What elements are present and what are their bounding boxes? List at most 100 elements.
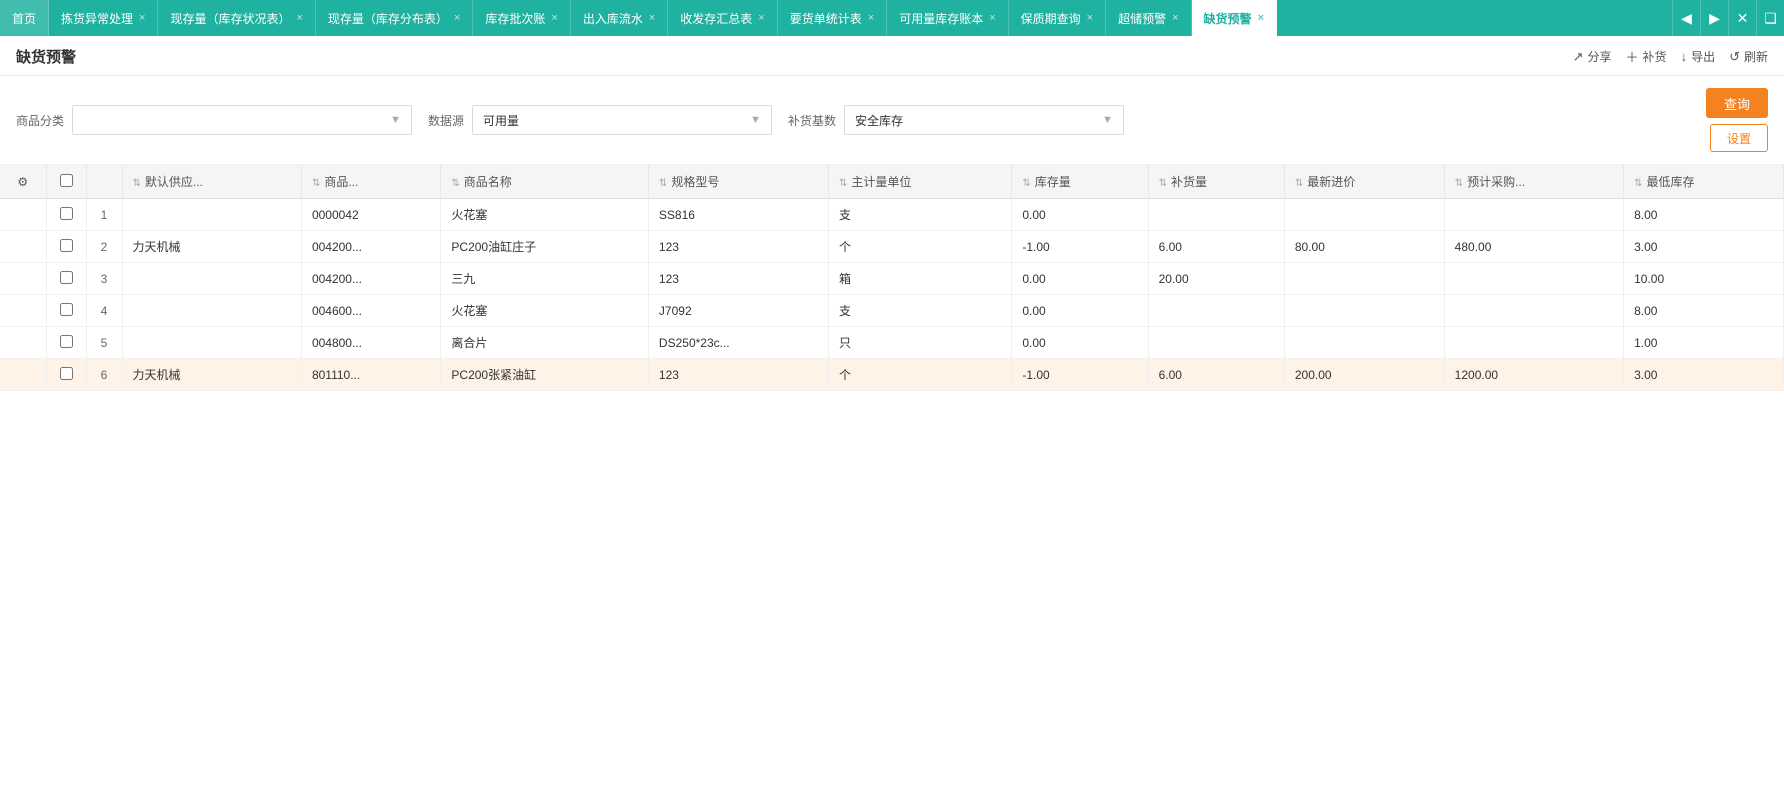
tab-fullscreen-btn[interactable]: ❏	[1756, 0, 1784, 36]
cell-stock_qty: -1.00	[1012, 231, 1148, 263]
gear-icon[interactable]: ⚙	[10, 175, 36, 189]
cell-unit: 支	[828, 199, 1011, 231]
tab-close-exception[interactable]: ×	[139, 12, 145, 24]
datasource-chevron-icon: ▼	[750, 114, 761, 126]
col-header-gear: ⚙	[0, 165, 46, 199]
row-number: 5	[86, 327, 122, 359]
query-button[interactable]: 查询	[1706, 88, 1768, 118]
tab-recv-send[interactable]: 收发存汇总表×	[668, 0, 777, 36]
cell-unit: 支	[828, 295, 1011, 327]
tab-home[interactable]: 首页	[0, 0, 49, 36]
col-header-latest_price[interactable]: ⇅最新进价	[1284, 165, 1444, 199]
tab-close-order-stat[interactable]: ×	[868, 12, 874, 24]
col-header-supplier[interactable]: ⇅默认供应...	[122, 165, 301, 199]
datasource-select[interactable]: 可用量 ▼	[472, 105, 772, 135]
row-number: 1	[86, 199, 122, 231]
tab-expiry[interactable]: 保质期查询×	[1009, 0, 1106, 36]
row-check-cell[interactable]	[46, 295, 86, 327]
col-header-goods_name[interactable]: ⇅商品名称	[441, 165, 649, 199]
category-select[interactable]: ▼	[72, 105, 412, 135]
tab-close-expiry[interactable]: ×	[1087, 12, 1093, 24]
datasource-filter-group: 数据源 可用量 ▼	[428, 105, 772, 135]
tab-close-btn[interactable]: ✕	[1728, 0, 1756, 36]
header-actions: ↗分享 ＋补货 ↓导出 ↺刷新	[1573, 47, 1768, 66]
cell-goods_name: PC200油缸庄子	[441, 231, 649, 263]
col-header-unit[interactable]: ⇅主计量单位	[828, 165, 1011, 199]
row-checkbox[interactable]	[60, 239, 73, 252]
cell-replenish_qty: 6.00	[1148, 231, 1284, 263]
cell-goods_name: 离合片	[441, 327, 649, 359]
col-header-est_purchase[interactable]: ⇅预计采购...	[1444, 165, 1623, 199]
tab-close-in-out-flow[interactable]: ×	[649, 12, 655, 24]
tab-close-avail-stock[interactable]: ×	[989, 12, 995, 24]
cell-goods_code: 004800...	[301, 327, 440, 359]
col-header-stock_qty[interactable]: ⇅库存量	[1012, 165, 1148, 199]
col-header-replenish_qty[interactable]: ⇅补货量	[1148, 165, 1284, 199]
tab-close-batch-account[interactable]: ×	[551, 12, 557, 24]
replenish-icon: ＋	[1626, 47, 1639, 66]
row-check-cell[interactable]	[46, 263, 86, 295]
row-checkbox[interactable]	[60, 271, 73, 284]
page-title: 缺货预警	[16, 46, 76, 67]
page-header: 缺货预警 ↗分享 ＋补货 ↓导出 ↺刷新	[0, 36, 1784, 76]
cell-goods_code: 004600...	[301, 295, 440, 327]
sort-icon-latest_price: ⇅	[1295, 178, 1303, 189]
cell-stock_qty: -1.00	[1012, 359, 1148, 391]
table-row: 2力天机械004200...PC200油缸庄子123个-1.006.0080.0…	[0, 231, 1784, 263]
tab-close-recv-send[interactable]: ×	[758, 12, 764, 24]
table-row: 10000042火花塞SS816支0.008.00	[0, 199, 1784, 231]
row-checkbox[interactable]	[60, 303, 73, 316]
replenish-action-btn[interactable]: ＋补货	[1626, 47, 1667, 66]
col-header-goods_code[interactable]: ⇅商品...	[301, 165, 440, 199]
row-check-cell[interactable]	[46, 327, 86, 359]
col-header-num	[86, 165, 122, 199]
export-action-btn[interactable]: ↓导出	[1681, 48, 1716, 65]
tab-close-stock-status[interactable]: ×	[296, 12, 302, 24]
select-all-checkbox[interactable]	[60, 174, 73, 187]
cell-min_stock: 8.00	[1624, 199, 1784, 231]
col-header-min_stock[interactable]: ⇅最低库存	[1624, 165, 1784, 199]
tab-stock-dist[interactable]: 现存量（库存分布表）×	[316, 0, 473, 36]
row-check-cell[interactable]	[46, 199, 86, 231]
tab-next-btn[interactable]: ▶	[1700, 0, 1728, 36]
cell-supplier	[122, 263, 301, 295]
table-row: 3004200...三九123箱0.0020.0010.00	[0, 263, 1784, 295]
category-filter-group: 商品分类 ▼	[16, 105, 412, 135]
cell-replenish_qty	[1148, 295, 1284, 327]
row-check-cell[interactable]	[46, 231, 86, 263]
filter-actions: 查询 设置	[1706, 88, 1768, 152]
sort-icon-stock_qty: ⇅	[1022, 178, 1030, 189]
tab-stock-status[interactable]: 现存量（库存状况表）×	[158, 0, 315, 36]
sort-icon-goods_name: ⇅	[451, 178, 459, 189]
tab-batch-account[interactable]: 库存批次账×	[473, 0, 570, 36]
tab-in-out-flow[interactable]: 出入库流水×	[571, 0, 668, 36]
replenish-select-text: 安全库存	[855, 112, 1094, 129]
cell-stock_qty: 0.00	[1012, 327, 1148, 359]
row-number: 6	[86, 359, 122, 391]
settings-button[interactable]: 设置	[1710, 124, 1768, 152]
share-action-btn[interactable]: ↗分享	[1573, 48, 1612, 65]
export-icon: ↓	[1681, 49, 1688, 64]
sort-icon-replenish_qty: ⇅	[1159, 178, 1167, 189]
cell-min_stock: 3.00	[1624, 359, 1784, 391]
tab-avail-stock[interactable]: 可用量库存账本×	[887, 0, 1008, 36]
share-icon: ↗	[1573, 49, 1584, 65]
row-check-cell[interactable]	[46, 359, 86, 391]
row-checkbox[interactable]	[60, 367, 73, 380]
tab-close-stock-dist[interactable]: ×	[454, 12, 460, 24]
row-checkbox[interactable]	[60, 207, 73, 220]
row-checkbox[interactable]	[60, 335, 73, 348]
tab-exception[interactable]: 拣货异常处理×	[49, 0, 158, 36]
tab-order-stat[interactable]: 要货单统计表×	[778, 0, 887, 36]
refresh-label: 刷新	[1744, 48, 1768, 65]
col-header-spec[interactable]: ⇅规格型号	[648, 165, 828, 199]
refresh-action-btn[interactable]: ↺刷新	[1729, 48, 1768, 65]
tab-shortage[interactable]: 缺货预警×	[1192, 0, 1277, 36]
tab-overstock[interactable]: 超储预警×	[1106, 0, 1191, 36]
cell-supplier	[122, 327, 301, 359]
tab-close-shortage[interactable]: ×	[1258, 12, 1264, 24]
tab-prev-btn[interactable]: ◀	[1672, 0, 1700, 36]
tab-close-overstock[interactable]: ×	[1172, 12, 1178, 24]
export-label: 导出	[1691, 48, 1715, 65]
replenish-select[interactable]: 安全库存 ▼	[844, 105, 1124, 135]
